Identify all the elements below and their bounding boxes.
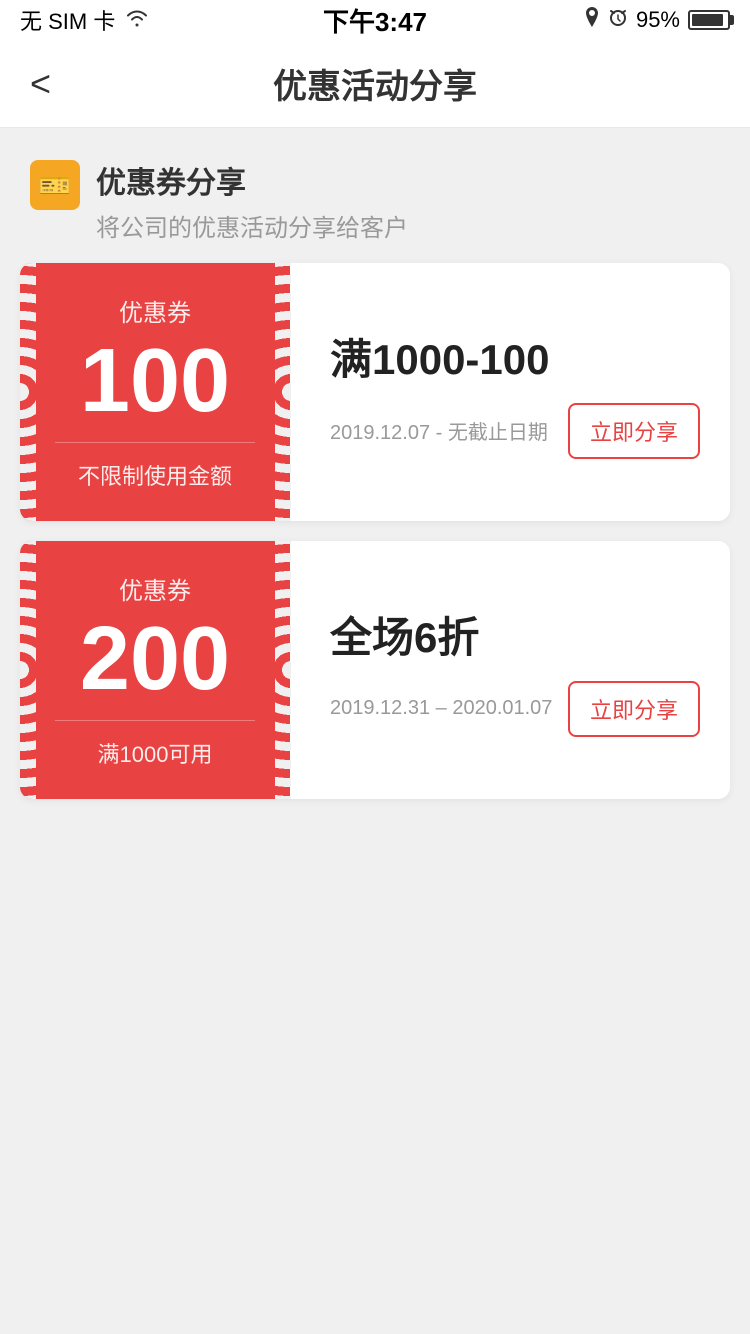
- status-time: 下午3:47: [323, 2, 427, 39]
- nav-bar: < 优惠活动分享: [0, 40, 750, 128]
- coupon-amount-0: 100: [80, 336, 230, 426]
- coupon-type-0: 优惠券: [119, 293, 191, 328]
- coupon-condition-0: 不限制使用金额: [78, 459, 232, 491]
- coupon-date-1: 2019.12.31 – 2020.01.07: [330, 697, 552, 720]
- coupon-type-1: 优惠券: [119, 571, 191, 606]
- share-button-0[interactable]: 立即分享: [568, 403, 700, 459]
- coupon-meta-1: 2019.12.31 – 2020.01.07 立即分享: [330, 681, 700, 737]
- section-subtitle: 将公司的优惠活动分享给客户: [96, 208, 408, 243]
- battery-icon: [688, 10, 730, 30]
- battery-percent: 95%: [636, 7, 680, 33]
- coupon-amount-1: 200: [80, 614, 230, 704]
- back-button[interactable]: <: [30, 63, 51, 105]
- carrier-text: 无 SIM 卡: [20, 4, 115, 36]
- coupon-left-1: 优惠券 200 满1000可用: [20, 541, 290, 799]
- section-text-group: 优惠券分享 将公司的优惠活动分享给客户: [96, 158, 408, 243]
- status-left: 无 SIM 卡: [20, 4, 149, 36]
- page-title: 优惠活动分享: [273, 59, 477, 108]
- location-icon: [584, 7, 600, 33]
- section-header: 🎫 优惠券分享 将公司的优惠活动分享给客户: [0, 128, 750, 263]
- status-bar: 无 SIM 卡 下午3:47 95%: [0, 0, 750, 40]
- coupon-name-1: 全场6折: [330, 604, 700, 665]
- section-icon: 🎫: [30, 160, 80, 210]
- coupon-date-0: 2019.12.07 - 无截止日期: [330, 416, 548, 445]
- coupon-divider-0: [55, 442, 255, 443]
- coupon-left-0: 优惠券 100 不限制使用金额: [20, 263, 290, 521]
- coupon-condition-1: 满1000可用: [98, 737, 213, 769]
- coupon-right-1: 全场6折 2019.12.31 – 2020.01.07 立即分享: [290, 541, 730, 799]
- coupon-meta-0: 2019.12.07 - 无截止日期 立即分享: [330, 403, 700, 459]
- coupon-card: 优惠券 100 不限制使用金额 满1000-100 2019.12.07 - 无…: [20, 263, 730, 521]
- alarm-icon: [608, 7, 628, 33]
- coupon-right-0: 满1000-100 2019.12.07 - 无截止日期 立即分享: [290, 263, 730, 521]
- coupon-card: 优惠券 200 满1000可用 全场6折 2019.12.31 – 2020.0…: [20, 541, 730, 799]
- coupon-list: 优惠券 100 不限制使用金额 满1000-100 2019.12.07 - 无…: [0, 263, 750, 819]
- status-right: 95%: [584, 7, 730, 33]
- coupon-divider-1: [55, 720, 255, 721]
- section-title: 优惠券分享: [96, 158, 408, 202]
- coupon-name-0: 满1000-100: [330, 326, 700, 387]
- wifi-icon: [125, 7, 149, 33]
- share-button-1[interactable]: 立即分享: [568, 681, 700, 737]
